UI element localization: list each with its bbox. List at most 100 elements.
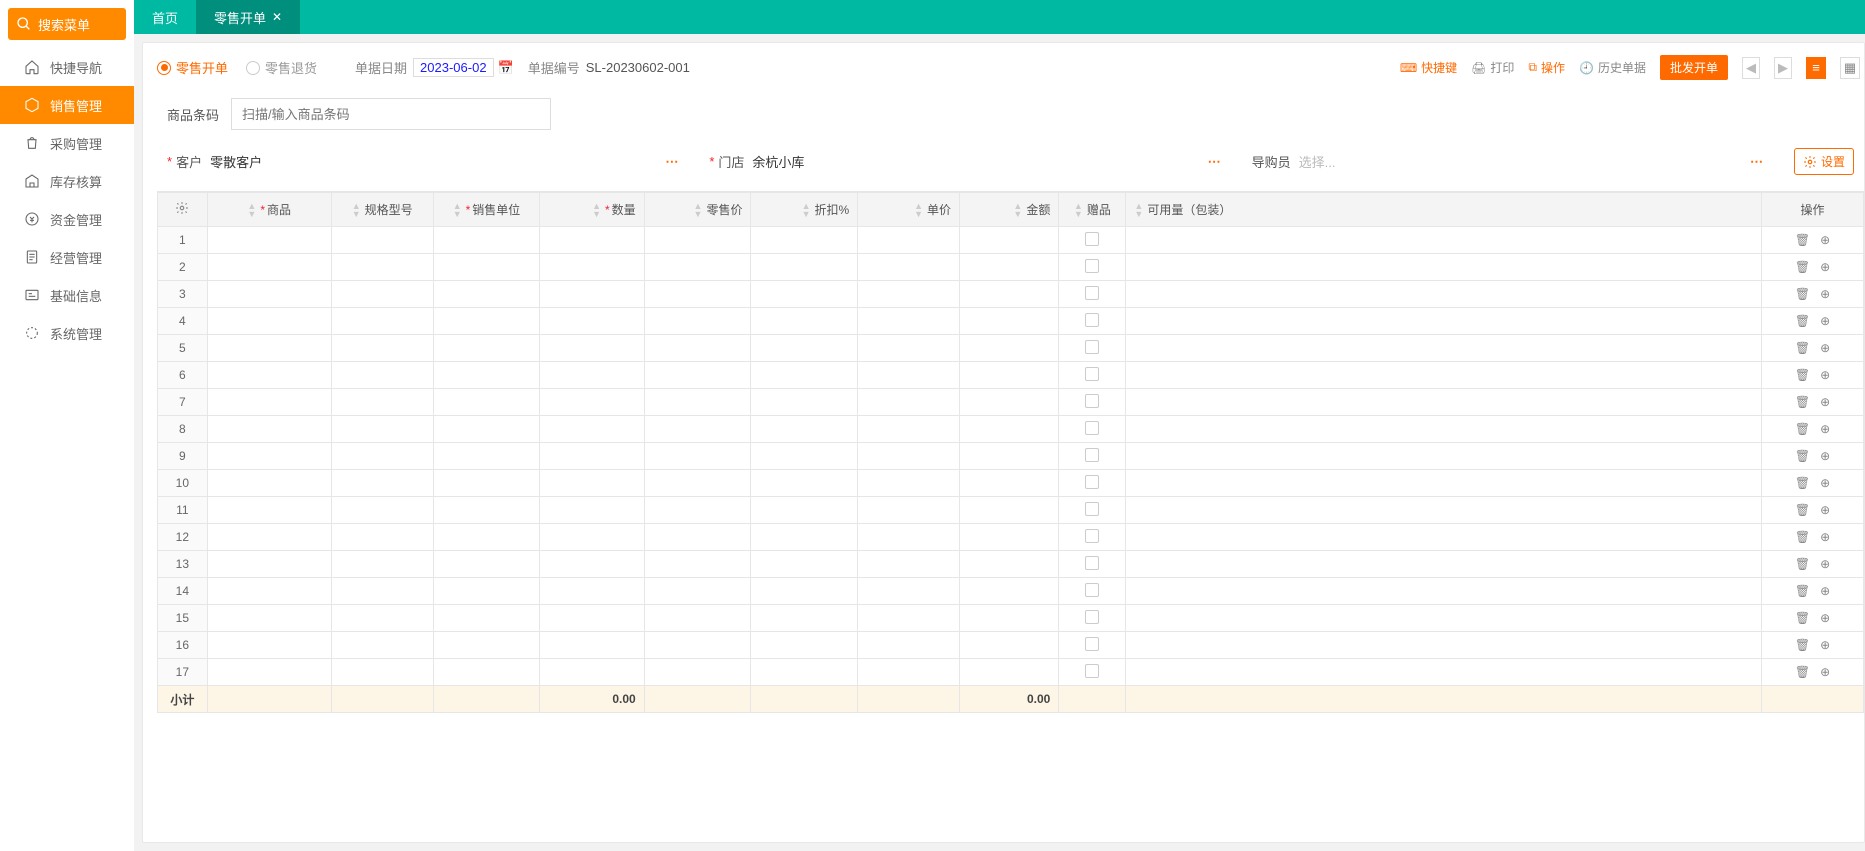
col-available[interactable]: ▲▼可用量（包装） (1126, 193, 1762, 227)
table-row[interactable]: 4🗑⊕ (158, 308, 1864, 335)
action-shortcut[interactable]: ⌨快捷键 (1400, 59, 1457, 76)
gift-checkbox[interactable] (1085, 448, 1099, 462)
add-row-icon[interactable]: ⊕ (1820, 314, 1830, 328)
col-spec[interactable]: ▲▼规格型号 (331, 193, 433, 227)
settings-button[interactable]: 设置 (1794, 148, 1854, 175)
add-row-icon[interactable]: ⊕ (1820, 368, 1830, 382)
gift-checkbox[interactable] (1085, 286, 1099, 300)
delete-icon[interactable]: 🗑 (1795, 638, 1810, 652)
gift-checkbox[interactable] (1085, 232, 1099, 246)
table-row[interactable]: 11🗑⊕ (158, 497, 1864, 524)
gift-checkbox[interactable] (1085, 421, 1099, 435)
delete-icon[interactable]: 🗑 (1795, 449, 1810, 463)
table-row[interactable]: 15🗑⊕ (158, 605, 1864, 632)
delete-icon[interactable]: 🗑 (1795, 503, 1810, 517)
search-menu-button[interactable]: 搜索菜单 (8, 8, 126, 40)
col-gear[interactable] (158, 193, 208, 227)
delete-icon[interactable]: 🗑 (1795, 368, 1810, 382)
gift-checkbox[interactable] (1085, 556, 1099, 570)
nav-next[interactable]: ▶ (1774, 57, 1792, 79)
nav-prev[interactable]: ◀ (1742, 57, 1760, 79)
add-row-icon[interactable]: ⊕ (1820, 611, 1830, 625)
col-qty[interactable]: ▲▼*数量 (540, 193, 644, 227)
date-value[interactable]: 2023-06-02 (413, 58, 494, 77)
action-history[interactable]: 🕘历史单据 (1579, 59, 1646, 76)
gift-checkbox[interactable] (1085, 637, 1099, 651)
view-list-icon[interactable]: ≡ (1806, 57, 1826, 79)
table-row[interactable]: 7🗑⊕ (158, 389, 1864, 416)
delete-icon[interactable]: 🗑 (1795, 584, 1810, 598)
delete-icon[interactable]: 🗑 (1795, 611, 1810, 625)
sidebar-item-system[interactable]: 系统管理 (0, 314, 134, 352)
col-retail-price[interactable]: ▲▼零售价 (644, 193, 751, 227)
table-row[interactable]: 13🗑⊕ (158, 551, 1864, 578)
delete-icon[interactable]: 🗑 (1795, 530, 1810, 544)
gift-checkbox[interactable] (1085, 259, 1099, 273)
delete-icon[interactable]: 🗑 (1795, 260, 1810, 274)
delete-icon[interactable]: 🗑 (1795, 476, 1810, 490)
tab-home[interactable]: 首页 (134, 0, 196, 34)
radio-retail-open[interactable]: 零售开单 (157, 58, 228, 77)
add-row-icon[interactable]: ⊕ (1820, 260, 1830, 274)
calendar-icon[interactable]: 📅 (498, 60, 514, 76)
gift-checkbox[interactable] (1085, 313, 1099, 327)
delete-icon[interactable]: 🗑 (1795, 557, 1810, 571)
delete-icon[interactable]: 🗑 (1795, 314, 1810, 328)
sidebar-item-finance[interactable]: 资金管理 (0, 200, 134, 238)
add-row-icon[interactable]: ⊕ (1820, 584, 1830, 598)
add-row-icon[interactable]: ⊕ (1820, 665, 1830, 679)
delete-icon[interactable]: 🗑 (1795, 395, 1810, 409)
close-icon[interactable]: ✕ (272, 10, 282, 24)
add-row-icon[interactable]: ⊕ (1820, 287, 1830, 301)
field-guide[interactable]: 导购员 选择... ⋯ (1252, 152, 1764, 172)
gift-checkbox[interactable] (1085, 610, 1099, 624)
add-row-icon[interactable]: ⊕ (1820, 233, 1830, 247)
col-unit[interactable]: ▲▼*销售单位 (433, 193, 540, 227)
add-row-icon[interactable]: ⊕ (1820, 557, 1830, 571)
table-row[interactable]: 17🗑⊕ (158, 659, 1864, 686)
table-row[interactable]: 1🗑⊕ (158, 227, 1864, 254)
add-row-icon[interactable]: ⊕ (1820, 503, 1830, 517)
gift-checkbox[interactable] (1085, 664, 1099, 678)
add-row-icon[interactable]: ⊕ (1820, 449, 1830, 463)
gift-checkbox[interactable] (1085, 583, 1099, 597)
gift-checkbox[interactable] (1085, 394, 1099, 408)
table-row[interactable]: 14🗑⊕ (158, 578, 1864, 605)
table-row[interactable]: 2🗑⊕ (158, 254, 1864, 281)
delete-icon[interactable]: 🗑 (1795, 665, 1810, 679)
col-unit-price[interactable]: ▲▼单价 (858, 193, 960, 227)
table-row[interactable]: 16🗑⊕ (158, 632, 1864, 659)
batch-order-button[interactable]: 批发开单 (1660, 55, 1728, 80)
tab-retail-order[interactable]: 零售开单 ✕ (196, 0, 300, 34)
col-gift[interactable]: ▲▼赠品 (1059, 193, 1126, 227)
table-row[interactable]: 3🗑⊕ (158, 281, 1864, 308)
sidebar-item-sales[interactable]: 销售管理 (0, 86, 134, 124)
table-row[interactable]: 9🗑⊕ (158, 443, 1864, 470)
add-row-icon[interactable]: ⊕ (1820, 341, 1830, 355)
delete-icon[interactable]: 🗑 (1795, 287, 1810, 301)
col-product[interactable]: ▲▼*商品 (207, 193, 331, 227)
gift-checkbox[interactable] (1085, 340, 1099, 354)
field-store[interactable]: *门店 余杭小库 ⋯ (709, 152, 1221, 172)
sidebar-item-basic[interactable]: 基础信息 (0, 276, 134, 314)
table-row[interactable]: 12🗑⊕ (158, 524, 1864, 551)
table-row[interactable]: 8🗑⊕ (158, 416, 1864, 443)
action-operate[interactable]: ⧉操作 (1528, 59, 1565, 76)
col-discount[interactable]: ▲▼折扣% (751, 193, 858, 227)
sidebar-item-quicknav[interactable]: 快捷导航 (0, 48, 134, 86)
more-icon[interactable]: ⋯ (665, 154, 679, 170)
sidebar-item-operation[interactable]: 经营管理 (0, 238, 134, 276)
gift-checkbox[interactable] (1085, 367, 1099, 381)
action-print[interactable]: 🖨打印 (1471, 59, 1514, 76)
sidebar-item-stock[interactable]: 库存核算 (0, 162, 134, 200)
delete-icon[interactable]: 🗑 (1795, 233, 1810, 247)
sidebar-item-purchase[interactable]: 采购管理 (0, 124, 134, 162)
add-row-icon[interactable]: ⊕ (1820, 476, 1830, 490)
table-row[interactable]: 5🗑⊕ (158, 335, 1864, 362)
add-row-icon[interactable]: ⊕ (1820, 530, 1830, 544)
gift-checkbox[interactable] (1085, 529, 1099, 543)
col-amount[interactable]: ▲▼金额 (960, 193, 1059, 227)
add-row-icon[interactable]: ⊕ (1820, 638, 1830, 652)
radio-retail-return[interactable]: 零售退货 (246, 58, 317, 77)
table-row[interactable]: 10🗑⊕ (158, 470, 1864, 497)
